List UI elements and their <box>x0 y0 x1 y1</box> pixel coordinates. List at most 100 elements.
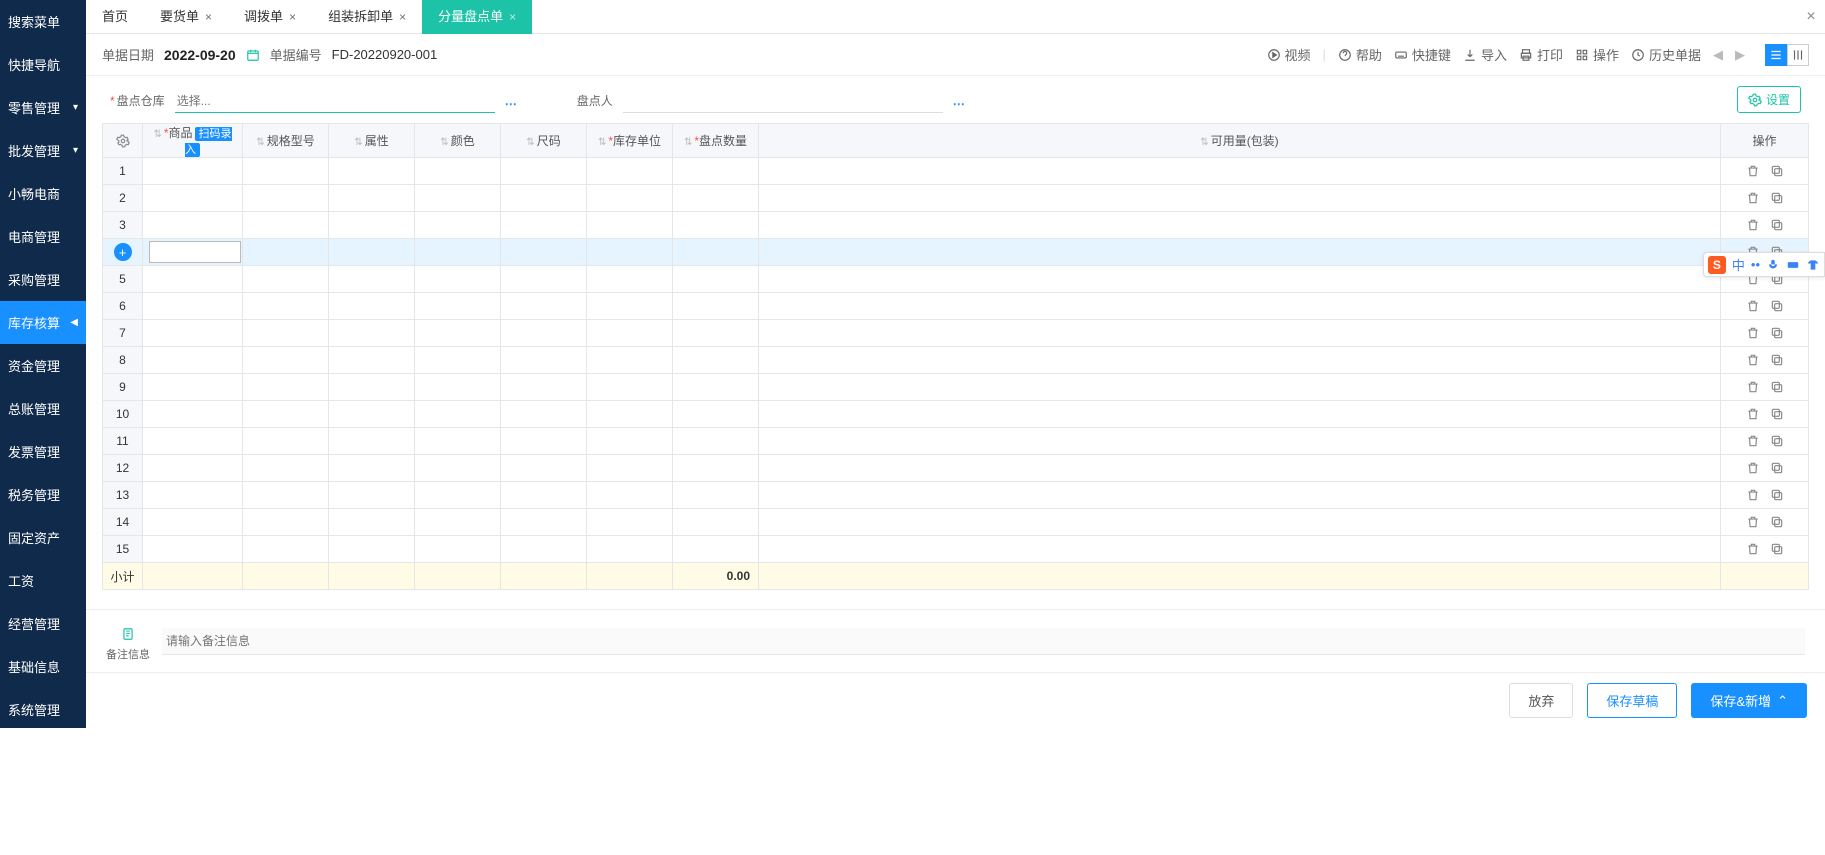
delete-row-icon[interactable] <box>1746 218 1760 233</box>
size-cell[interactable] <box>501 185 587 212</box>
sidebar-item-8[interactable]: 资金管理 <box>0 344 86 387</box>
attr-cell[interactable] <box>329 482 415 509</box>
color-cell[interactable] <box>415 212 501 239</box>
sidebar-item-17[interactable]: 企业协同 <box>0 731 86 774</box>
size-cell[interactable] <box>501 320 587 347</box>
attr-cell[interactable] <box>329 185 415 212</box>
sidebar-item-13[interactable]: 工资 <box>0 559 86 602</box>
product-cell[interactable] <box>143 212 243 239</box>
operate-link[interactable]: 操作 <box>1575 45 1619 64</box>
color-cell[interactable] <box>415 428 501 455</box>
product-cell[interactable] <box>143 455 243 482</box>
color-cell[interactable] <box>415 482 501 509</box>
qty-cell[interactable] <box>673 185 759 212</box>
qty-cell[interactable] <box>673 347 759 374</box>
attr-cell[interactable] <box>329 536 415 563</box>
spec-cell[interactable] <box>243 158 329 185</box>
product-cell[interactable] <box>143 374 243 401</box>
table-row[interactable]: 15 <box>103 536 1809 563</box>
copy-row-icon[interactable] <box>1770 326 1784 341</box>
table-row[interactable]: 11 <box>103 428 1809 455</box>
close-icon[interactable]: × <box>205 0 212 34</box>
sidebar-item-2[interactable]: 零售管理▾ <box>0 86 86 129</box>
avail-cell[interactable] <box>759 428 1721 455</box>
spec-cell[interactable] <box>243 347 329 374</box>
copy-row-icon[interactable] <box>1770 515 1784 530</box>
tab-2[interactable]: 调拨单× <box>228 0 312 34</box>
size-cell[interactable] <box>501 239 587 266</box>
delete-row-icon[interactable] <box>1746 407 1760 422</box>
copy-row-icon[interactable] <box>1770 191 1784 206</box>
ime-lang[interactable]: 中 <box>1732 255 1745 274</box>
sidebar-item-6[interactable]: 采购管理 <box>0 258 86 301</box>
spec-cell[interactable] <box>243 428 329 455</box>
col-qty[interactable]: ⇅*盘点数量 <box>673 124 759 158</box>
attr-cell[interactable] <box>329 320 415 347</box>
table-row[interactable]: 10 <box>103 401 1809 428</box>
product-cell[interactable] <box>143 185 243 212</box>
view-grid-button[interactable] <box>1787 44 1809 66</box>
size-cell[interactable] <box>501 482 587 509</box>
table-row[interactable]: 6 <box>103 293 1809 320</box>
qty-cell[interactable] <box>673 401 759 428</box>
date-value[interactable]: 2022-09-20 <box>164 47 236 63</box>
spec-cell[interactable] <box>243 320 329 347</box>
calendar-icon[interactable] <box>246 47 260 63</box>
copy-row-icon[interactable] <box>1770 218 1784 233</box>
sidebar-item-9[interactable]: 总账管理 <box>0 387 86 430</box>
col-attr[interactable]: ⇅属性 <box>329 124 415 158</box>
color-cell[interactable] <box>415 347 501 374</box>
size-cell[interactable] <box>501 266 587 293</box>
table-row[interactable]: + <box>103 239 1809 266</box>
settings-button[interactable]: 设置 <box>1737 86 1801 113</box>
product-cell[interactable] <box>143 428 243 455</box>
spec-cell[interactable] <box>243 266 329 293</box>
size-cell[interactable] <box>501 347 587 374</box>
sidebar-item-7[interactable]: 库存核算◀ <box>0 301 86 344</box>
avail-cell[interactable] <box>759 185 1721 212</box>
avail-cell[interactable] <box>759 293 1721 320</box>
unit-cell[interactable] <box>587 455 673 482</box>
delete-row-icon[interactable] <box>1746 164 1760 179</box>
checker-picker-icon[interactable]: ⋯ <box>953 97 965 113</box>
copy-row-icon[interactable] <box>1770 164 1784 179</box>
delete-row-icon[interactable] <box>1746 353 1760 368</box>
avail-cell[interactable] <box>759 239 1721 266</box>
copy-row-icon[interactable] <box>1770 461 1784 476</box>
copy-row-icon[interactable] <box>1770 353 1784 368</box>
delete-row-icon[interactable] <box>1746 488 1760 503</box>
qty-cell[interactable] <box>673 482 759 509</box>
table-row[interactable]: 7 <box>103 320 1809 347</box>
spec-cell[interactable] <box>243 455 329 482</box>
size-cell[interactable] <box>501 455 587 482</box>
avail-cell[interactable] <box>759 509 1721 536</box>
avail-cell[interactable] <box>759 347 1721 374</box>
close-icon[interactable]: × <box>509 0 516 34</box>
unit-cell[interactable] <box>587 401 673 428</box>
color-cell[interactable] <box>415 536 501 563</box>
spec-cell[interactable] <box>243 239 329 266</box>
size-cell[interactable] <box>501 536 587 563</box>
table-row[interactable]: 1 <box>103 158 1809 185</box>
unit-cell[interactable] <box>587 509 673 536</box>
size-cell[interactable] <box>501 374 587 401</box>
delete-row-icon[interactable] <box>1746 515 1760 530</box>
sidebar-item-15[interactable]: 基础信息 <box>0 645 86 688</box>
tab-1[interactable]: 要货单× <box>144 0 228 34</box>
size-cell[interactable] <box>501 293 587 320</box>
qty-cell[interactable] <box>673 509 759 536</box>
avail-cell[interactable] <box>759 320 1721 347</box>
unit-cell[interactable] <box>587 239 673 266</box>
unit-cell[interactable] <box>587 374 673 401</box>
delete-row-icon[interactable] <box>1746 299 1760 314</box>
tab-0[interactable]: 首页 <box>86 0 144 34</box>
avail-cell[interactable] <box>759 212 1721 239</box>
avail-cell[interactable] <box>759 266 1721 293</box>
unit-cell[interactable] <box>587 158 673 185</box>
attr-cell[interactable] <box>329 347 415 374</box>
table-row[interactable]: 14 <box>103 509 1809 536</box>
copy-row-icon[interactable] <box>1770 299 1784 314</box>
color-cell[interactable] <box>415 509 501 536</box>
ime-keyboard-icon[interactable] <box>1786 257 1800 273</box>
spec-cell[interactable] <box>243 536 329 563</box>
